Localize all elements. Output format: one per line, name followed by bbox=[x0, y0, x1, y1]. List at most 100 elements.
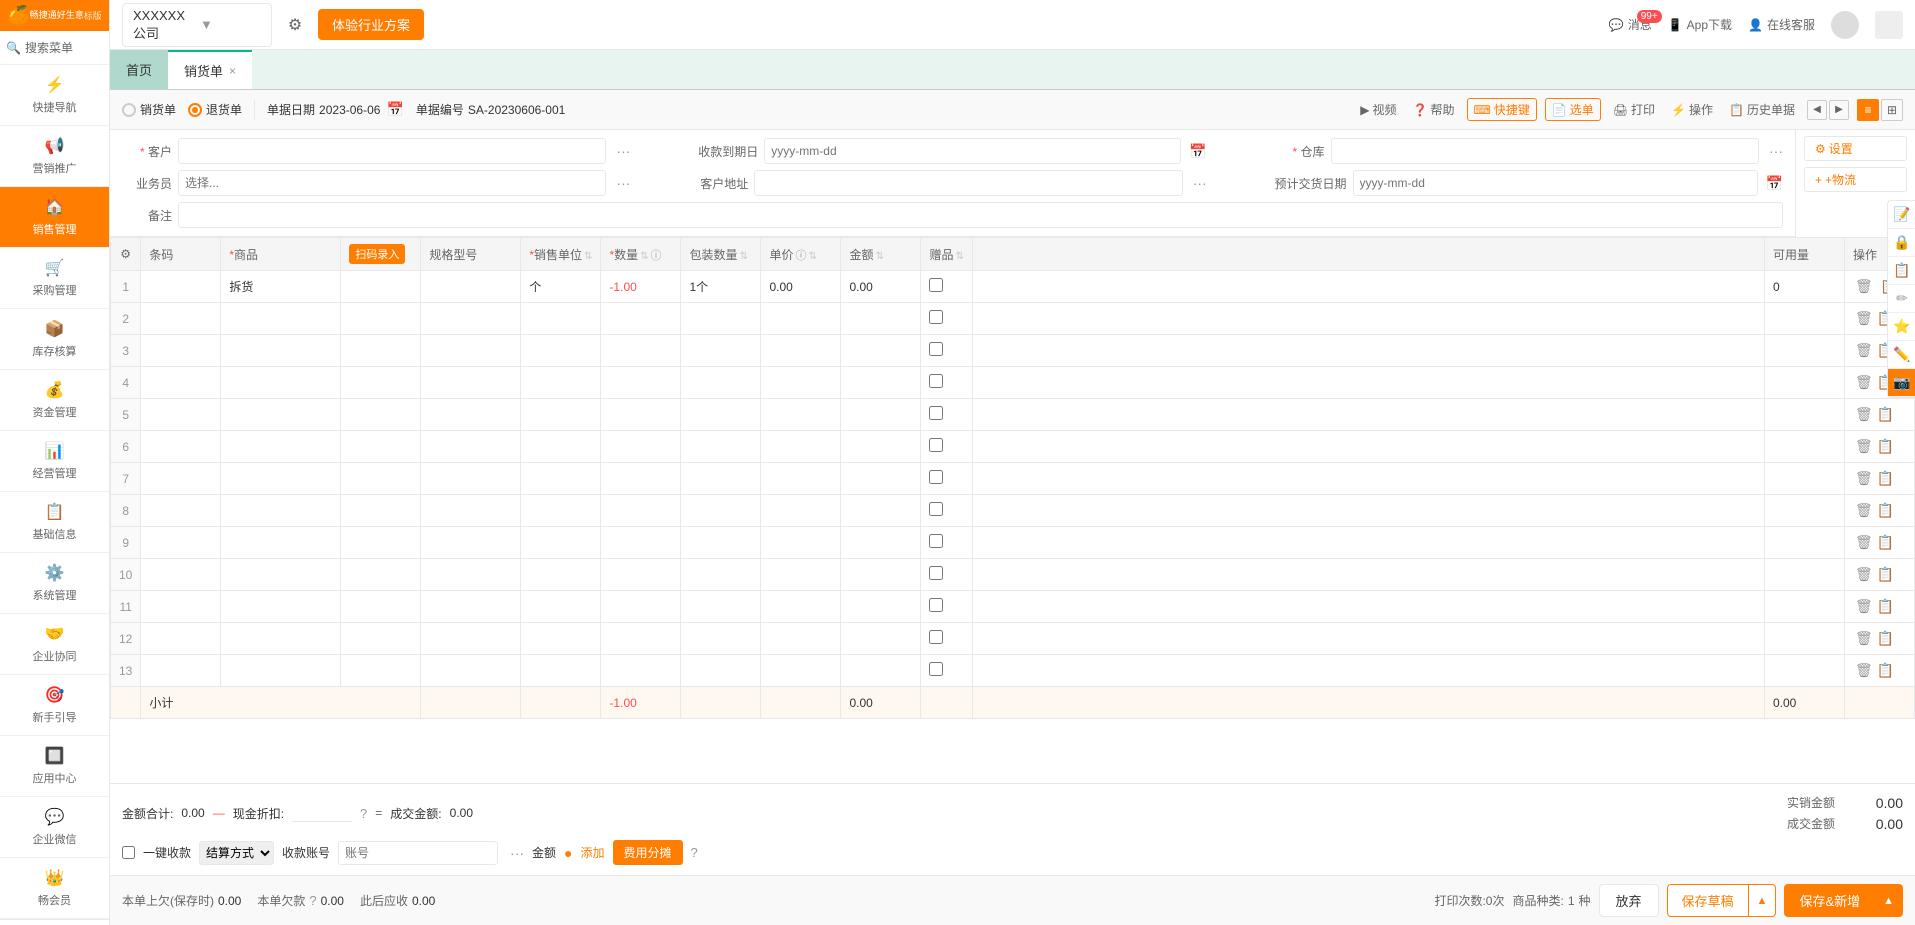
price-sort-icon[interactable]: ⇅ bbox=[808, 251, 816, 262]
warehouse-input[interactable]: 建材仓 bbox=[1331, 138, 1759, 164]
sidebar-item-system[interactable]: ⚙️ 系统管理 bbox=[0, 553, 109, 614]
expense-question-icon[interactable]: ? bbox=[691, 845, 698, 860]
operate-btn[interactable]: ⚡ 操作 bbox=[1667, 99, 1717, 120]
gift-checkbox-5[interactable] bbox=[929, 406, 943, 420]
add-amount-icon[interactable]: ● bbox=[564, 845, 572, 861]
copy-icon-6[interactable]: 📋 bbox=[1877, 438, 1894, 454]
trial-button[interactable]: 体验行业方案 bbox=[318, 9, 424, 40]
rt-icon-3[interactable]: 📋 bbox=[1888, 257, 1915, 285]
copy-icon-7[interactable]: 📋 bbox=[1877, 470, 1894, 486]
delete-icon-11[interactable]: 🗑 bbox=[1855, 598, 1873, 614]
rt-icon-1[interactable]: 📝 bbox=[1888, 201, 1915, 229]
cell-gift-1[interactable] bbox=[921, 271, 972, 303]
sidebar-item-operation[interactable]: 📊 经营管理 bbox=[0, 431, 109, 492]
customer-addr-dots[interactable]: ··· bbox=[1193, 175, 1207, 191]
sidebar-item-wechat[interactable]: 💬 企业微信 bbox=[0, 797, 109, 858]
sidebar-item-purchase[interactable]: 🛒 采购管理 bbox=[0, 248, 109, 309]
save-draft-button[interactable]: 保存草稿 bbox=[1667, 884, 1749, 917]
rt-icon-4[interactable]: ✏ bbox=[1888, 285, 1915, 313]
pack-sort-icon[interactable]: ⇅ bbox=[739, 251, 747, 262]
prev-arrow[interactable]: ◀ bbox=[1807, 100, 1827, 120]
logistics-button[interactable]: + +物流 bbox=[1804, 167, 1907, 192]
tab-close-icon[interactable]: × bbox=[229, 64, 236, 78]
gift-checkbox-13[interactable] bbox=[929, 662, 943, 676]
discard-button[interactable]: 放弃 bbox=[1599, 884, 1659, 917]
copy-icon-13[interactable]: 📋 bbox=[1877, 662, 1894, 678]
cell-product-1[interactable]: 拆货 bbox=[221, 271, 341, 303]
account-dots[interactable]: ··· bbox=[510, 845, 524, 861]
delete-icon-8[interactable]: 🗑 bbox=[1855, 502, 1873, 518]
sidebar-item-marketing[interactable]: 📢 营销推广 bbox=[0, 126, 109, 187]
app-download-button[interactable]: 📱 App下载 bbox=[1668, 16, 1732, 33]
calendar-icon[interactable]: 📅 bbox=[386, 101, 403, 118]
cell-amount-1[interactable]: 0.00 bbox=[841, 271, 921, 303]
warehouse-dots[interactable]: ··· bbox=[1769, 143, 1783, 159]
avatar[interactable] bbox=[1831, 11, 1859, 39]
sidebar-item-apps[interactable]: 🔲 应用中心 bbox=[0, 736, 109, 797]
video-btn[interactable]: ▶ 视频 bbox=[1356, 99, 1400, 120]
due-date-input[interactable] bbox=[764, 138, 1181, 164]
delete-icon-12[interactable]: 🗑 bbox=[1855, 630, 1873, 646]
sidebar-item-finance[interactable]: 💰 资金管理 bbox=[0, 370, 109, 431]
sidebar-item-inventory[interactable]: 📦 库存核算 bbox=[0, 309, 109, 370]
sidebar-item-member[interactable]: 👑 畅会员 bbox=[0, 858, 109, 919]
delete-icon-7[interactable]: 🗑 bbox=[1855, 470, 1873, 486]
print-btn[interactable]: 🖨 打印 bbox=[1609, 99, 1659, 120]
tab-home[interactable]: 首页 bbox=[110, 50, 168, 89]
delete-icon-4[interactable]: 🗑 bbox=[1855, 374, 1873, 390]
scan-entry-button[interactable]: 扫码录入 bbox=[349, 244, 405, 264]
gift-checkbox-12[interactable] bbox=[929, 630, 943, 644]
cell-pack-qty-1[interactable]: 1个 bbox=[681, 271, 761, 303]
save-new-button[interactable]: 保存&新增 bbox=[1784, 884, 1875, 917]
radio-sales[interactable]: 销货单 bbox=[122, 101, 176, 118]
delete-icon-10[interactable]: 🗑 bbox=[1855, 566, 1873, 582]
next-arrow[interactable]: ▶ bbox=[1829, 100, 1849, 120]
expected-date-calendar-icon[interactable]: 📅 bbox=[1766, 175, 1783, 192]
list-view-btn[interactable]: ≡ bbox=[1857, 99, 1879, 121]
gift-sort-icon[interactable]: ⇅ bbox=[955, 251, 963, 262]
sidebar-logo[interactable]: 🍊 畅捷通好生意 标版 bbox=[0, 0, 109, 31]
delete-icon-9[interactable]: 🗑 bbox=[1855, 534, 1873, 550]
gift-checkbox-4[interactable] bbox=[929, 374, 943, 388]
qty-info-icon[interactable]: ⓘ bbox=[651, 250, 662, 262]
sidebar-item-guide[interactable]: 🎯 新手引导 bbox=[0, 675, 109, 736]
salesperson-input[interactable] bbox=[178, 170, 606, 196]
salesperson-dots[interactable]: ··· bbox=[616, 175, 630, 191]
discount-input[interactable] bbox=[292, 805, 352, 822]
cell-qty-1[interactable]: -1.00 bbox=[601, 271, 681, 303]
save-draft-arrow-button[interactable]: ▲ bbox=[1749, 884, 1777, 917]
message-button[interactable]: 💬 消息 99+ bbox=[1609, 16, 1652, 33]
sidebar-item-search[interactable]: 🔍 搜索菜单 bbox=[0, 31, 109, 65]
settings-button[interactable]: ⚙ 设置 bbox=[1804, 136, 1907, 161]
due-date-calendar-icon[interactable]: 📅 bbox=[1189, 143, 1206, 160]
online-service-button[interactable]: 👤 在线客服 bbox=[1748, 16, 1815, 33]
shortcut-btn[interactable]: ⌨ 快捷键 bbox=[1467, 98, 1537, 121]
delete-icon-6[interactable]: 🗑 bbox=[1855, 438, 1873, 454]
user-menu-icon[interactable] bbox=[1875, 11, 1903, 39]
cell-barcode-1[interactable] bbox=[141, 271, 221, 303]
radio-return[interactable]: 退货单 bbox=[188, 101, 242, 118]
gift-checkbox-9[interactable] bbox=[929, 534, 943, 548]
gift-checkbox-8[interactable] bbox=[929, 502, 943, 516]
copy-icon-5[interactable]: 📋 bbox=[1877, 406, 1894, 422]
unit-sort-icon[interactable]: ⇅ bbox=[584, 251, 592, 262]
gift-checkbox-11[interactable] bbox=[929, 598, 943, 612]
sidebar-item-sales[interactable]: 🏠 销售管理 bbox=[0, 187, 109, 248]
customer-input[interactable] bbox=[178, 138, 606, 164]
rt-icon-7[interactable]: 📷 bbox=[1888, 369, 1915, 397]
gift-checkbox-1[interactable] bbox=[929, 278, 943, 292]
grid-view-btn[interactable]: ⊞ bbox=[1881, 99, 1903, 121]
rt-icon-6[interactable]: ✏️ bbox=[1888, 341, 1915, 369]
delete-icon-1[interactable]: 🗑 bbox=[1855, 278, 1873, 294]
sidebar-item-basic[interactable]: 📋 基础信息 bbox=[0, 492, 109, 553]
add-button[interactable]: 添加 bbox=[581, 844, 605, 861]
remarks-input[interactable] bbox=[178, 202, 1783, 228]
qty-sort-icon[interactable]: ⇅ bbox=[640, 251, 648, 262]
sidebar-item-enterprise[interactable]: 🤝 企业协同 bbox=[0, 614, 109, 675]
select-btn[interactable]: 📄 选单 bbox=[1545, 98, 1601, 121]
company-selector[interactable]: XXXXXX公司 ▼ bbox=[122, 3, 272, 47]
discount-question-icon[interactable]: ? bbox=[360, 806, 367, 821]
save-new-arrow-button[interactable]: ▲ bbox=[1875, 884, 1903, 917]
total-owed-icon[interactable]: ? bbox=[309, 893, 316, 908]
copy-icon-12[interactable]: 📋 bbox=[1877, 630, 1894, 646]
